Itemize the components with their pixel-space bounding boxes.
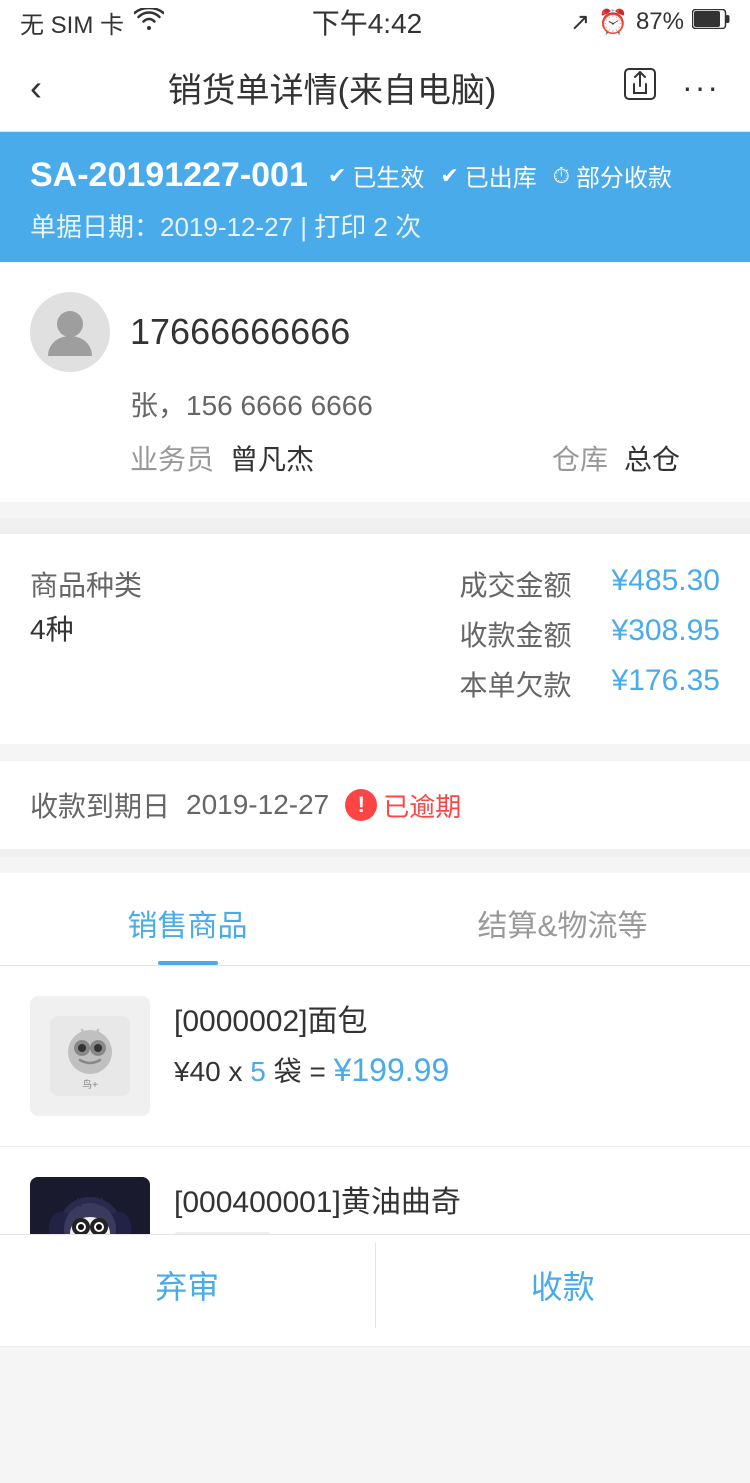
carrier-text: 无 SIM 卡 bbox=[20, 5, 124, 40]
summary-card: 商品种类 4种 成交金额 ¥485.30 收款金额 ¥308.95 本单欠款 ¥… bbox=[0, 534, 750, 744]
customer-top: 17666666666 bbox=[30, 292, 720, 372]
check-icon-1: ✔ bbox=[328, 163, 346, 189]
wifi-icon bbox=[134, 8, 164, 37]
overdue-icon: ! bbox=[345, 789, 377, 821]
section-divider-1 bbox=[0, 518, 750, 534]
summary-type-count: 4种 bbox=[30, 608, 142, 648]
tab-sales-products[interactable]: 销售商品 bbox=[0, 873, 375, 965]
svg-text:鸟+: 鸟+ bbox=[82, 1078, 98, 1091]
sales-rep: 业务员 曾凡杰 bbox=[130, 438, 314, 478]
due-date-label: 收款到期日 bbox=[30, 785, 170, 825]
nav-bar: ‹ 销货单详情(来自电脑) ··· bbox=[0, 44, 750, 132]
product-name-2: [000400001]黄油曲奇 bbox=[174, 1177, 720, 1221]
check-icon-2: ✔ bbox=[440, 163, 458, 189]
battery-text: 87% bbox=[636, 8, 684, 36]
cancel-button[interactable]: 弃审 bbox=[0, 1242, 376, 1328]
back-button[interactable]: ‹ bbox=[30, 67, 42, 109]
summary-type-label: 商品种类 bbox=[30, 564, 142, 604]
clock-icon: ⏱ bbox=[553, 163, 570, 189]
avatar bbox=[30, 292, 110, 372]
summary-received-row: 收款金额 ¥308.95 bbox=[460, 614, 720, 654]
warehouse: 仓库 总仓 bbox=[552, 438, 680, 478]
customer-name-phone: 张，156 6666 6666 bbox=[30, 384, 720, 424]
status-left: 无 SIM 卡 bbox=[20, 5, 164, 40]
summary-debt-value: ¥176.35 bbox=[612, 664, 720, 704]
banner-badges: ✔ 已生效 ✔ 已出库 ⏱ 部分收款 bbox=[328, 158, 672, 193]
summary-amount-row: 成交金额 ¥485.30 bbox=[460, 564, 720, 604]
tab-settlement[interactable]: 结算&物流等 bbox=[375, 873, 750, 965]
product-info-1: [0000002]面包 ¥40 x 5 袋 = ¥199.99 bbox=[174, 996, 720, 1090]
product-price-1: ¥40 x 5 袋 = ¥199.99 bbox=[174, 1050, 720, 1090]
customer-card: 17666666666 张，156 6666 6666 业务员 曾凡杰 仓库 总… bbox=[0, 262, 750, 502]
badge-shipped: ✔ 已出库 bbox=[440, 158, 536, 193]
share-icon[interactable] bbox=[622, 66, 658, 109]
badge-partial: ⏱ 部分收款 bbox=[553, 158, 672, 193]
summary-left: 商品种类 4种 bbox=[30, 564, 142, 714]
battery-icon bbox=[692, 8, 730, 36]
status-right: ↗ ⏰ 87% bbox=[570, 8, 730, 37]
status-bar: 无 SIM 卡 下午4:42 ↗ ⏰ 87% bbox=[0, 0, 750, 44]
customer-phone: 17666666666 bbox=[130, 311, 350, 353]
summary-amount-value: ¥485.30 bbox=[612, 564, 720, 604]
product-item: 鸟+ [0000002]面包 ¥40 x 5 袋 = ¥199.99 bbox=[0, 966, 750, 1147]
product-name-1: [0000002]面包 bbox=[174, 996, 720, 1040]
status-time: 下午4:42 bbox=[312, 2, 423, 42]
order-id: SA-20191227-001 bbox=[30, 156, 308, 195]
due-date-card: 收款到期日 2019-12-27 ! 已逾期 bbox=[0, 760, 750, 857]
summary-right: 成交金额 ¥485.30 收款金额 ¥308.95 本单欠款 ¥176.35 bbox=[460, 564, 720, 714]
product-tabs: 销售商品 结算&物流等 bbox=[0, 873, 750, 966]
product-total-1: ¥199.99 bbox=[334, 1052, 450, 1088]
alarm-icon: ⏰ bbox=[598, 8, 628, 37]
page-title: 销货单详情(来自电脑) bbox=[168, 63, 497, 112]
due-date-value: 2019-12-27 bbox=[186, 789, 329, 821]
header-banner: SA-20191227-001 ✔ 已生效 ✔ 已出库 ⏱ 部分收款 单据日期：… bbox=[0, 132, 750, 262]
badge-effective: ✔ 已生效 bbox=[328, 158, 424, 193]
nav-actions: ··· bbox=[622, 66, 720, 109]
bottom-bar: 弃审 收款 bbox=[0, 1234, 750, 1334]
product-thumb-1: 鸟+ bbox=[30, 996, 150, 1116]
location-icon: ↗ bbox=[570, 8, 590, 37]
product-image-placeholder-1: 鸟+ bbox=[50, 1016, 130, 1096]
customer-meta: 业务员 曾凡杰 仓库 总仓 bbox=[30, 438, 720, 478]
more-icon[interactable]: ··· bbox=[682, 69, 720, 106]
banner-date-row: 单据日期：2019-12-27 | 打印 2 次 bbox=[30, 207, 720, 244]
summary-debt-row: 本单欠款 ¥176.35 bbox=[460, 664, 720, 704]
overdue-badge: ! 已逾期 bbox=[345, 787, 461, 824]
summary-received-value: ¥308.95 bbox=[612, 614, 720, 654]
product-qty-1: 5 bbox=[250, 1056, 266, 1087]
banner-row1: SA-20191227-001 ✔ 已生效 ✔ 已出库 ⏱ 部分收款 bbox=[30, 156, 720, 195]
confirm-button[interactable]: 收款 bbox=[376, 1242, 750, 1328]
